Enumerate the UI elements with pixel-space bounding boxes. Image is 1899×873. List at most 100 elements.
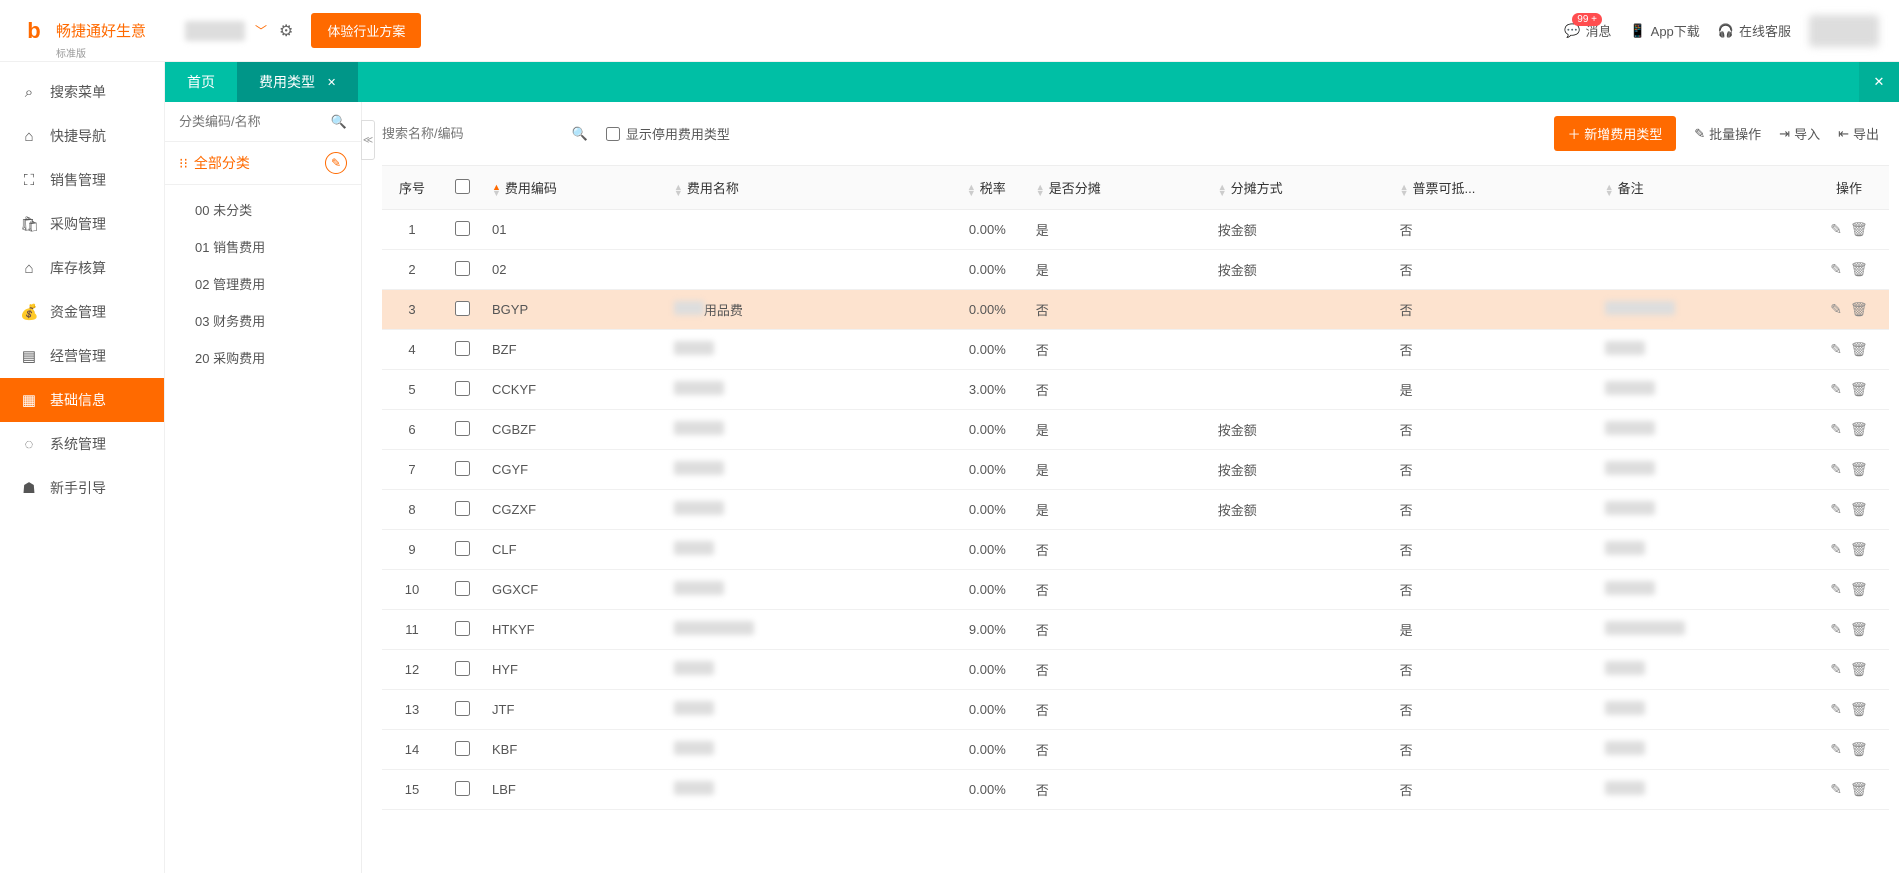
table-row[interactable]: 3BGYP用品费0.00%否否✎🗑 (382, 290, 1889, 330)
edit-row-icon[interactable]: ✎ (1830, 541, 1842, 557)
row-checkbox[interactable] (455, 541, 470, 556)
edit-row-icon[interactable]: ✎ (1830, 581, 1842, 597)
row-checkbox[interactable] (455, 461, 470, 476)
support-link[interactable]: 🎧 在线客服 (1718, 21, 1791, 40)
edit-row-icon[interactable]: ✎ (1830, 381, 1842, 397)
delete-row-icon[interactable]: 🗑 (1850, 421, 1868, 437)
tab-0[interactable]: 首页 (165, 62, 237, 102)
sidebar-item-6[interactable]: ▤经营管理 (0, 334, 164, 378)
table-row[interactable]: 1010.00%是按金额否✎🗑 (382, 210, 1889, 250)
table-row[interactable]: 14KBF0.00%否否✎🗑 (382, 730, 1889, 770)
edit-row-icon[interactable]: ✎ (1830, 501, 1842, 517)
sidebar-item-7[interactable]: ▦基础信息 (0, 378, 164, 422)
row-checkbox[interactable] (455, 701, 470, 716)
user-avatar-redacted[interactable] (1809, 15, 1879, 47)
category-item-0[interactable]: 00 未分类 (165, 191, 361, 228)
app-download-link[interactable]: 📱 App下载 (1629, 21, 1699, 40)
sidebar-item-5[interactable]: 💰资金管理 (0, 290, 164, 334)
delete-row-icon[interactable]: 🗑 (1850, 341, 1868, 357)
delete-row-icon[interactable]: 🗑 (1850, 781, 1868, 797)
close-all-tabs[interactable]: ✕ (1859, 62, 1899, 102)
table-row[interactable]: 9CLF0.00%否否✎🗑 (382, 530, 1889, 570)
row-checkbox[interactable] (455, 661, 470, 676)
close-icon[interactable]: ✕ (327, 76, 336, 89)
gear-icon[interactable]: ⚙ (279, 21, 293, 41)
collapse-panel-handle[interactable]: ≪ (361, 120, 375, 160)
edit-row-icon[interactable]: ✎ (1830, 341, 1842, 357)
row-checkbox[interactable] (455, 781, 470, 796)
edit-row-icon[interactable]: ✎ (1830, 221, 1842, 237)
col-seq[interactable]: 序号 (382, 166, 442, 210)
sidebar-item-8[interactable]: ◌系统管理 (0, 422, 164, 466)
table-row[interactable]: 4BZF0.00%否否✎🗑 (382, 330, 1889, 370)
edit-row-icon[interactable]: ✎ (1830, 461, 1842, 477)
import-link[interactable]: ⇥导入 (1779, 124, 1820, 143)
table-row[interactable]: 10GGXCF0.00%否否✎🗑 (382, 570, 1889, 610)
category-item-2[interactable]: 02 管理费用 (165, 265, 361, 302)
table-search-input[interactable] (382, 122, 562, 146)
table-row[interactable]: 11HTKYF9.00%否是✎🗑 (382, 610, 1889, 650)
export-link[interactable]: ⇤导出 (1838, 124, 1879, 143)
col-select-all[interactable] (442, 166, 482, 210)
table-row[interactable]: 15LBF0.00%否否✎🗑 (382, 770, 1889, 810)
col-rate[interactable]: ▲▼税率 (878, 166, 1026, 210)
delete-row-icon[interactable]: 🗑 (1850, 301, 1868, 317)
col-remark[interactable]: ▲▼备注 (1595, 166, 1809, 210)
delete-row-icon[interactable]: 🗑 (1850, 461, 1868, 477)
sidebar-item-2[interactable]: ⛶销售管理 (0, 158, 164, 202)
row-checkbox[interactable] (455, 621, 470, 636)
table-row[interactable]: 12HYF0.00%否否✎🗑 (382, 650, 1889, 690)
messages-link[interactable]: 💬 消息 99 + (1564, 21, 1611, 40)
tab-1[interactable]: 费用类型✕ (237, 62, 358, 102)
batch-operations-link[interactable]: ✎批量操作 (1694, 124, 1761, 143)
sidebar-item-9[interactable]: ☗新手引导 (0, 466, 164, 510)
row-checkbox[interactable] (455, 301, 470, 316)
table-row[interactable]: 2020.00%是按金额否✎🗑 (382, 250, 1889, 290)
row-checkbox[interactable] (455, 261, 470, 276)
row-checkbox[interactable] (455, 341, 470, 356)
edit-row-icon[interactable]: ✎ (1830, 741, 1842, 757)
delete-row-icon[interactable]: 🗑 (1850, 581, 1868, 597)
category-item-3[interactable]: 03 财务费用 (165, 302, 361, 339)
delete-row-icon[interactable]: 🗑 (1850, 381, 1868, 397)
sidebar-item-4[interactable]: ⌂库存核算 (0, 246, 164, 290)
delete-row-icon[interactable]: 🗑 (1850, 541, 1868, 557)
table-row[interactable]: 7CGYF0.00%是按金额否✎🗑 (382, 450, 1889, 490)
delete-row-icon[interactable]: 🗑 (1850, 261, 1868, 277)
edit-category-button[interactable]: ✎ (325, 152, 347, 174)
all-categories[interactable]: ⁝⁝ 全部分类 (179, 153, 250, 173)
col-allocate[interactable]: ▲▼是否分摊 (1026, 166, 1208, 210)
search-icon[interactable]: 🔍 (331, 114, 347, 130)
edit-row-icon[interactable]: ✎ (1830, 661, 1842, 677)
delete-row-icon[interactable]: 🗑 (1850, 501, 1868, 517)
category-item-4[interactable]: 20 采购费用 (165, 339, 361, 376)
row-checkbox[interactable] (455, 221, 470, 236)
edit-row-icon[interactable]: ✎ (1830, 421, 1842, 437)
table-row[interactable]: 5CCKYF3.00%否是✎🗑 (382, 370, 1889, 410)
sidebar-item-1[interactable]: ⌂快捷导航 (0, 114, 164, 158)
delete-row-icon[interactable]: 🗑 (1850, 621, 1868, 637)
col-name[interactable]: ▲▼费用名称 (664, 166, 878, 210)
row-checkbox[interactable] (455, 581, 470, 596)
row-checkbox[interactable] (455, 421, 470, 436)
category-item-1[interactable]: 01 销售费用 (165, 228, 361, 265)
show-disabled-input[interactable] (606, 127, 620, 141)
row-checkbox[interactable] (455, 741, 470, 756)
row-checkbox[interactable] (455, 381, 470, 396)
delete-row-icon[interactable]: 🗑 (1850, 741, 1868, 757)
show-disabled-checkbox[interactable]: 显示停用费用类型 (606, 124, 730, 143)
col-method[interactable]: ▲▼分摊方式 (1208, 166, 1390, 210)
search-icon[interactable]: 🔍 (572, 126, 588, 141)
sidebar-item-0[interactable]: ⌕搜索菜单 (0, 70, 164, 114)
edit-row-icon[interactable]: ✎ (1830, 701, 1842, 717)
edit-row-icon[interactable]: ✎ (1830, 781, 1842, 797)
edit-row-icon[interactable]: ✎ (1830, 301, 1842, 317)
table-row[interactable]: 13JTF0.00%否否✎🗑 (382, 690, 1889, 730)
col-deduct[interactable]: ▲▼普票可抵... (1390, 166, 1595, 210)
table-row[interactable]: 8CGZXF0.00%是按金额否✎🗑 (382, 490, 1889, 530)
col-code[interactable]: ▲▼费用编码 (482, 166, 664, 210)
org-selector[interactable]: ﹀ (185, 21, 267, 41)
delete-row-icon[interactable]: 🗑 (1850, 701, 1868, 717)
table-row[interactable]: 6CGBZF0.00%是按金额否✎🗑 (382, 410, 1889, 450)
edit-row-icon[interactable]: ✎ (1830, 261, 1842, 277)
